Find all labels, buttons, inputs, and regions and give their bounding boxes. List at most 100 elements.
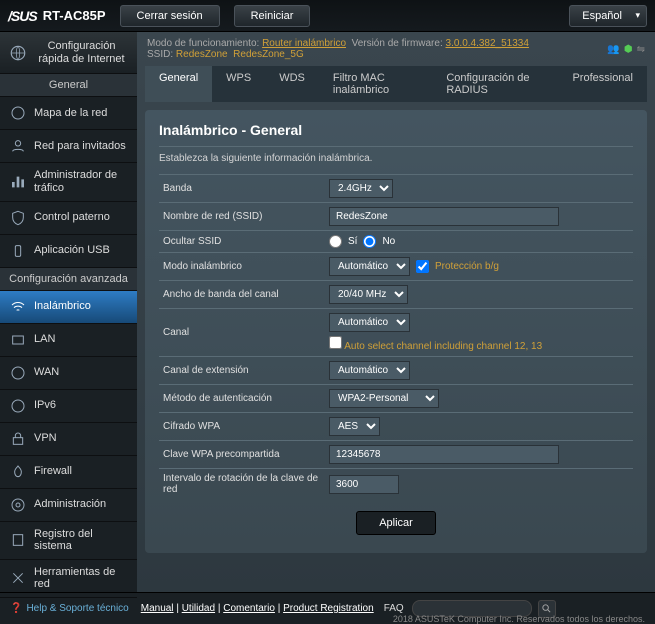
sidebar-ipv6[interactable]: IPv6 [0, 390, 137, 423]
faq-link[interactable]: FAQ [384, 603, 404, 614]
channel-select[interactable]: Automático [329, 313, 410, 332]
sidebar-vpn[interactable]: VPN [0, 423, 137, 456]
settings-panel: Inalámbrico - General Establezca la sigu… [145, 110, 647, 553]
sidebar-nettools[interactable]: Herramientas de red [0, 560, 137, 598]
tab-professional[interactable]: Professional [558, 66, 647, 102]
mode-label: Modo inalámbrico [159, 261, 329, 272]
vpn-icon [8, 429, 28, 449]
wifi-icon [8, 297, 28, 317]
rotation-label: Intervalo de rotación de la clave de red [159, 473, 329, 495]
sidebar-guest-network[interactable]: Red para invitados [0, 130, 137, 163]
tab-wps[interactable]: WPS [212, 66, 265, 102]
log-icon [8, 530, 28, 550]
help-link[interactable]: ❓Help & Soporte técnico [10, 603, 129, 614]
utility-link[interactable]: Utilidad [182, 603, 215, 614]
panel-desc: Establezca la siguiente información inal… [159, 146, 633, 174]
enc-select[interactable]: AES [329, 417, 380, 436]
sidebar-item-label: WAN [34, 366, 59, 379]
ssid-field-label: Nombre de red (SSID) [159, 211, 329, 222]
band-select[interactable]: 2.4GHz [329, 179, 393, 198]
fw-value[interactable]: 3.0.0.4.382_51334 [446, 38, 529, 49]
guest-icon [8, 136, 28, 156]
channel-label: Canal [159, 327, 329, 338]
mode-select[interactable]: Automático [329, 257, 410, 276]
tab-general[interactable]: General [145, 66, 212, 102]
manual-link[interactable]: Manual [141, 603, 174, 614]
usb-icon [8, 241, 28, 261]
ext-ch-select[interactable]: Automático [329, 361, 410, 380]
language-select[interactable]: Español [569, 5, 647, 27]
footer-links: Manual | Utilidad | Comentario | Product… [141, 603, 374, 614]
top-bar: /SUS RT-AC85P Cerrar sesión Reiniciar Es… [0, 0, 655, 32]
bg-protect-checkbox[interactable] [416, 260, 429, 273]
mode-label: Modo de funcionamiento: [147, 38, 259, 49]
sidebar-traffic[interactable]: Administrador de tráfico [0, 163, 137, 201]
psk-input[interactable] [329, 445, 559, 464]
panel-title: Inalámbrico - General [159, 122, 633, 146]
clients-icon[interactable]: 👥 [607, 44, 619, 55]
usb-status-icon[interactable]: ⇋ [637, 44, 645, 55]
copyright-text: 2018 ASUSTeK Computer Inc. Reservados to… [393, 614, 645, 624]
tab-strip: General WPS WDS Filtro MAC inalámbrico C… [137, 66, 655, 102]
feedback-link[interactable]: Comentario [223, 603, 275, 614]
rotation-input[interactable] [329, 475, 399, 494]
brand-logo: /SUS [8, 8, 37, 24]
hide-ssid-label: Ocultar SSID [159, 236, 329, 247]
bw-select[interactable]: 20/40 MHz [329, 285, 408, 304]
logout-button[interactable]: Cerrar sesión [120, 5, 220, 27]
autoch-label: Auto select channel including channel 12… [344, 341, 542, 352]
sidebar-item-label: Red para invitados [34, 140, 126, 153]
sidebar-item-label: Registro del sistema [34, 528, 129, 553]
bw-label: Ancho de banda del canal [159, 289, 329, 300]
sidebar-wan[interactable]: WAN [0, 357, 137, 390]
auth-select[interactable]: WPA2-Personal [329, 389, 439, 408]
sidebar-network-map[interactable]: Mapa de la red [0, 97, 137, 130]
ext-ch-label: Canal de extensión [159, 365, 329, 376]
sidebar-item-label: Mapa de la red [34, 107, 107, 120]
lan-icon [8, 330, 28, 350]
mode-value[interactable]: Router inalámbrico [262, 38, 346, 49]
status-bar: Modo de funcionamiento: Router inalámbri… [137, 32, 655, 66]
no-label: No [382, 236, 395, 247]
reboot-button[interactable]: Reiniciar [234, 5, 311, 27]
sidebar-item-label: VPN [34, 432, 57, 445]
firewall-icon [8, 462, 28, 482]
sidebar-usb-app[interactable]: Aplicación USB [0, 235, 137, 268]
sidebar-item-label: Herramientas de red [34, 566, 129, 591]
sidebar-wireless[interactable]: Inalámbrico [0, 291, 137, 324]
sidebar-syslog[interactable]: Registro del sistema [0, 522, 137, 560]
sidebar-item-label: Inalámbrico [34, 300, 91, 313]
tools-icon [8, 568, 28, 588]
model-name: RT-AC85P [43, 8, 106, 23]
sidebar-item-label: Aplicación USB [34, 244, 110, 257]
apply-button[interactable]: Aplicar [356, 511, 436, 535]
sidebar-item-label: LAN [34, 333, 55, 346]
sidebar-item-label: Control paterno [34, 211, 110, 224]
sidebar-quick-setup[interactable]: Configuración rápida de Internet [0, 32, 137, 74]
band-label: Banda [159, 183, 329, 194]
tab-radius[interactable]: Configuración de RADIUS [432, 66, 558, 102]
hide-yes-radio[interactable] [329, 235, 342, 248]
ssid-label: SSID: [147, 49, 173, 60]
sidebar-admin[interactable]: Administración [0, 489, 137, 522]
psk-label: Clave WPA precompartida [159, 449, 329, 460]
tab-wds[interactable]: WDS [265, 66, 319, 102]
sidebar-lan[interactable]: LAN [0, 324, 137, 357]
yes-label: Sí [348, 236, 357, 247]
sidebar-item-label: Configuración rápida de Internet [34, 40, 129, 65]
sidebar-advanced-header: Configuración avanzada [0, 268, 137, 291]
nvram-icon[interactable]: ⬢ [624, 44, 633, 55]
prodreg-link[interactable]: Product Registration [283, 603, 374, 614]
sidebar-item-label: IPv6 [34, 399, 56, 412]
hide-no-radio[interactable] [363, 235, 376, 248]
ssid2-value: RedesZone_5G [233, 49, 304, 60]
tab-macfilter[interactable]: Filtro MAC inalámbrico [319, 66, 432, 102]
bg-protect-label: Protección b/g [435, 261, 499, 272]
autoch-checkbox[interactable] [329, 336, 342, 349]
ssid-input[interactable] [329, 207, 559, 226]
sidebar-general-header: General [0, 74, 137, 97]
shield-icon [8, 208, 28, 228]
sidebar-parental[interactable]: Control paterno [0, 202, 137, 235]
traffic-icon [8, 172, 28, 192]
sidebar-firewall[interactable]: Firewall [0, 456, 137, 489]
